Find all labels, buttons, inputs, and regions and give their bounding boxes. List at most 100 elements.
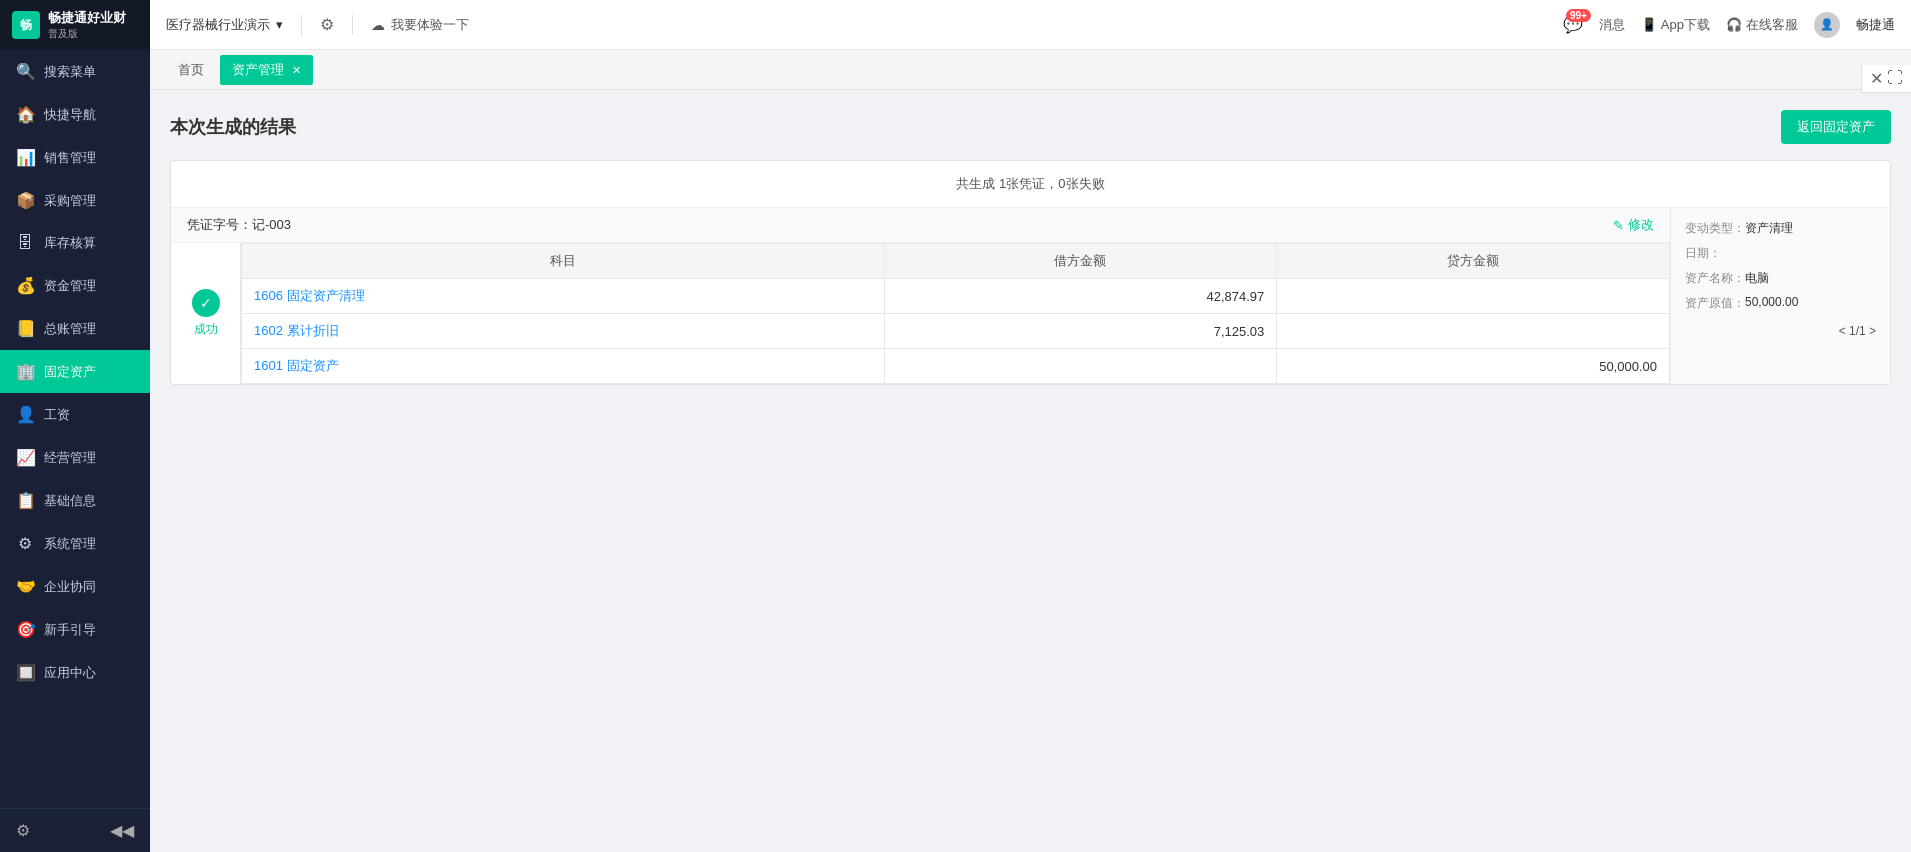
- avatar[interactable]: 👤: [1814, 12, 1840, 38]
- sidebar-item-guide[interactable]: 🎯 新手引导: [0, 608, 150, 651]
- logo-text: 畅捷通好业财 普及版: [48, 9, 126, 41]
- panel-controls: ✕ ⛶: [1861, 65, 1911, 93]
- download-icon: 📱: [1641, 17, 1657, 32]
- voucher-header: 凭证字号：记-003 ✎ 修改: [171, 208, 1670, 243]
- table-row: 1602 累计折旧 7,125.03: [242, 314, 1670, 349]
- operations-icon: 📈: [16, 448, 34, 467]
- cell-debit-2: [884, 349, 1277, 384]
- purchase-icon: 📦: [16, 191, 34, 210]
- col-debit: 借方金额: [884, 244, 1277, 279]
- voucher-section: 凭证字号：记-003 ✎ 修改 ✓ 成功: [171, 208, 1890, 384]
- col-subject: 科目: [242, 244, 885, 279]
- col-credit: 贷方金额: [1277, 244, 1670, 279]
- project-selector[interactable]: 医疗器械行业演示 ▾: [166, 16, 283, 34]
- sidebar-item-system[interactable]: ⚙ 系统管理: [0, 522, 150, 565]
- collapse-icon[interactable]: ◀◀: [110, 821, 134, 840]
- guide-icon: 🎯: [16, 620, 34, 639]
- divider: [301, 15, 302, 35]
- app-download-link[interactable]: 📱 App下载: [1641, 16, 1710, 34]
- success-icon: ✓: [192, 289, 220, 317]
- sales-icon: 📊: [16, 148, 34, 167]
- sidebar-item-sales[interactable]: 📊 销售管理: [0, 136, 150, 179]
- experience-link[interactable]: ☁ 我要体验一下: [371, 16, 469, 34]
- quick-nav-icon: 🏠: [16, 105, 34, 124]
- tab-asset-mgmt[interactable]: 资产管理 ✕: [220, 55, 313, 85]
- sidebar-item-inventory[interactable]: 🗄 库存核算: [0, 222, 150, 264]
- sidebar-item-salary[interactable]: 👤 工资: [0, 393, 150, 436]
- side-date: 日期：: [1685, 245, 1876, 262]
- chevron-down-icon: ▾: [276, 17, 283, 32]
- system-icon: ⚙: [16, 534, 34, 553]
- cell-subject-1: 1602 累计折旧: [242, 314, 885, 349]
- sidebar-item-operations[interactable]: 📈 经营管理: [0, 436, 150, 479]
- funds-icon: 💰: [16, 276, 34, 295]
- message-label: 消息: [1599, 16, 1625, 34]
- side-asset-name: 资产名称： 电脑: [1685, 270, 1876, 287]
- online-service-link[interactable]: 🎧 在线客服: [1726, 16, 1798, 34]
- sidebar-item-quick-nav[interactable]: 🏠 快捷导航: [0, 93, 150, 136]
- inventory-icon: 🗄: [16, 234, 34, 252]
- cell-subject-2: 1601 固定资产: [242, 349, 885, 384]
- sidebar-footer: ⚙ ◀◀: [0, 808, 150, 852]
- ledger-icon: 📒: [16, 319, 34, 338]
- service-icon: 🎧: [1726, 17, 1742, 32]
- return-button[interactable]: 返回固定资产: [1781, 110, 1891, 144]
- status-column: ✓ 成功: [171, 243, 241, 384]
- sidebar-item-ledger[interactable]: 📒 总账管理: [0, 307, 150, 350]
- sidebar-item-fixed-assets[interactable]: 🏢 固定资产: [0, 350, 150, 393]
- logo-icon: 畅: [12, 11, 40, 39]
- topbar: 医疗器械行业演示 ▾ ⚙ ☁ 我要体验一下 💬 99+ 消息 📱 App下载 🎧…: [150, 0, 1911, 50]
- table-row: 1601 固定资产 50,000.00: [242, 349, 1670, 384]
- edit-icon: ✎: [1613, 218, 1624, 233]
- message-button[interactable]: 💬 99+: [1563, 15, 1583, 34]
- sidebar-item-enterprise[interactable]: 🤝 企业协同: [0, 565, 150, 608]
- cell-credit-2: 50,000.00: [1277, 349, 1670, 384]
- topbar-right: 💬 99+ 消息 📱 App下载 🎧 在线客服 👤 畅捷通: [1563, 12, 1895, 38]
- sidebar-item-app-center[interactable]: 🔲 应用中心: [0, 651, 150, 694]
- sidebar-logo: 畅 畅捷通好业财 普及版: [0, 0, 150, 50]
- tab-close-icon[interactable]: ✕: [292, 64, 301, 76]
- sidebar-item-basic-info[interactable]: 📋 基础信息: [0, 479, 150, 522]
- sidebar-menu: 🔍 搜索菜单 🏠 快捷导航 📊 销售管理 📦 采购管理 🗄 库存核算 💰 资金管…: [0, 50, 150, 808]
- basic-info-icon: 📋: [16, 491, 34, 510]
- cell-credit-0: [1277, 279, 1670, 314]
- cell-credit-1: [1277, 314, 1670, 349]
- voucher-rows-wrap: ✓ 成功 科目 借方金额 贷方金额: [171, 243, 1670, 384]
- settings-icon[interactable]: ⚙: [16, 821, 30, 840]
- voucher-side-info: 变动类型： 资产清理 日期： 资产名称： 电脑 资产原值： 50,000.00: [1670, 208, 1890, 384]
- close-panel-icon[interactable]: ✕: [1870, 69, 1883, 88]
- main-area: 医疗器械行业演示 ▾ ⚙ ☁ 我要体验一下 💬 99+ 消息 📱 App下载 🎧…: [150, 0, 1911, 852]
- cloud-icon: ☁: [371, 17, 385, 33]
- salary-icon: 👤: [16, 405, 34, 424]
- edit-button[interactable]: ✎ 修改: [1613, 216, 1654, 234]
- search-icon: 🔍: [16, 62, 34, 81]
- content-header: 本次生成的结果 返回固定资产: [170, 110, 1891, 144]
- tab-home[interactable]: 首页: [166, 55, 216, 85]
- sidebar-item-purchase[interactable]: 📦 采购管理: [0, 179, 150, 222]
- sidebar-item-search[interactable]: 🔍 搜索菜单: [0, 50, 150, 93]
- app-center-icon: 🔲: [16, 663, 34, 682]
- pagination[interactable]: < 1/1 >: [1685, 324, 1876, 338]
- message-badge: 99+: [1566, 9, 1591, 22]
- cell-subject-0: 1606 固定资产清理: [242, 279, 885, 314]
- result-panel: 共生成 1张凭证，0张失败 凭证字号：记-003 ✎ 修改: [170, 160, 1891, 385]
- fixed-assets-icon: 🏢: [16, 362, 34, 381]
- enterprise-icon: 🤝: [16, 577, 34, 596]
- table-header-row: 科目 借方金额 贷方金额: [242, 244, 1670, 279]
- avatar-icon: 👤: [1820, 18, 1834, 31]
- voucher-number: 凭证字号：记-003: [187, 216, 291, 234]
- sidebar: 畅 畅捷通好业财 普及版 🔍 搜索菜单 🏠 快捷导航 📊 销售管理 📦 采购管理…: [0, 0, 150, 852]
- result-summary: 共生成 1张凭证，0张失败: [171, 161, 1890, 208]
- gear-icon[interactable]: ⚙: [320, 15, 334, 34]
- expand-panel-icon[interactable]: ⛶: [1887, 69, 1903, 88]
- table-row: 1606 固定资产清理 42,874.97: [242, 279, 1670, 314]
- sidebar-item-funds[interactable]: 💰 资金管理: [0, 264, 150, 307]
- page-title: 本次生成的结果: [170, 115, 296, 139]
- voucher-table: 科目 借方金额 贷方金额 1606 固定资产清理 42,874.97 1602 …: [241, 243, 1670, 384]
- status-text: 成功: [194, 321, 218, 338]
- cell-debit-1: 7,125.03: [884, 314, 1277, 349]
- side-original-value: 资产原值： 50,000.00: [1685, 295, 1876, 312]
- voucher-main: 凭证字号：记-003 ✎ 修改 ✓ 成功: [171, 208, 1670, 384]
- cell-debit-0: 42,874.97: [884, 279, 1277, 314]
- username-label: 畅捷通: [1856, 16, 1895, 34]
